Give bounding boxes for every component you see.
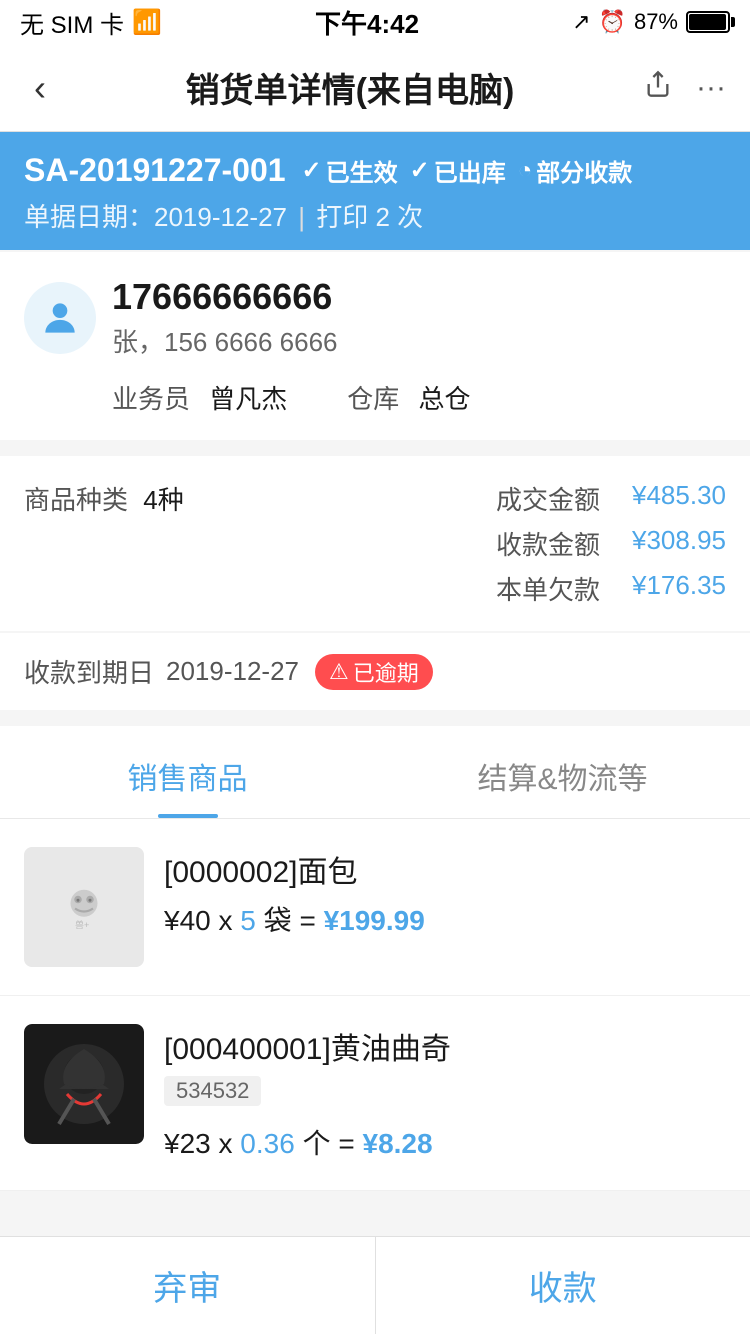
status-right: ↗ ⏰ 87% [572, 9, 730, 35]
badge-effective: 已生效 [302, 153, 398, 188]
share-icon[interactable] [644, 70, 672, 106]
reject-button[interactable]: 弃审 [0, 1237, 376, 1334]
product-thumbnail-2 [24, 1024, 144, 1144]
tab-settlement[interactable]: 结算&物流等 [375, 726, 750, 818]
svg-text:兽+: 兽+ [75, 919, 89, 930]
battery-percent: 87% [634, 9, 678, 35]
product-thumbnail-1: 兽+ [24, 847, 144, 967]
product-name-1: [0000002]面包 [164, 847, 726, 891]
location-icon: ↗ [572, 9, 590, 35]
warehouse-field: 仓库 总仓 [347, 379, 470, 416]
nav-actions: ··· [644, 70, 726, 106]
order-badges: 已生效 已出库 部分收款 [302, 153, 633, 188]
badge-partial: 部分收款 [518, 153, 633, 188]
wifi-icon: 📶 [132, 8, 162, 37]
overdue-badge: ⚠ 已逾期 [315, 654, 433, 690]
customer-meta: 业务员 曾凡杰 仓库 总仓 [24, 379, 726, 416]
status-time: 下午4:42 [315, 4, 419, 41]
customer-phone: 17666666666 [112, 276, 338, 318]
badge-shipped: 已出库 [410, 153, 506, 188]
amounts: 成交金额 ¥485.30 收款金额 ¥308.95 本单欠款 ¥176.35 [496, 480, 726, 607]
product-price-2: ¥23 x 0.36 个 = ¥8.28 [164, 1122, 726, 1162]
more-icon[interactable]: ··· [696, 71, 726, 105]
customer-name: 张，156 6666 6666 [112, 322, 338, 359]
back-button[interactable]: ‹ [24, 57, 56, 119]
due-date: 2019-12-27 [166, 656, 299, 687]
due-section: 收款到期日 2019-12-27 ⚠ 已逾期 [0, 633, 750, 710]
avatar [24, 282, 96, 354]
overdue-dot: ⚠ [329, 659, 349, 685]
product-count: 商品种类 4种 [24, 480, 184, 517]
customer-section: 17666666666 张，156 6666 6666 业务员 曾凡杰 仓库 总… [0, 252, 750, 440]
tab-bar: 销售商品 结算&物流等 [0, 726, 750, 819]
due-label: 收款到期日 [24, 653, 154, 690]
owed-amount-row: 本单欠款 ¥176.35 [496, 570, 726, 607]
product-name-2: [000400001]黄油曲奇 [164, 1024, 726, 1068]
tab-sales-goods[interactable]: 销售商品 [0, 726, 375, 818]
list-item: 兽+ [0000002]面包 ¥40 x 5 袋 = ¥199.99 [0, 819, 750, 996]
status-bar: 无 SIM 卡 📶 下午4:42 ↗ ⏰ 87% [0, 0, 750, 44]
order-id: SA-20191227-001 [24, 152, 286, 189]
products-section: 兽+ [0000002]面包 ¥40 x 5 袋 = ¥199.99 [0, 819, 750, 1191]
order-header: SA-20191227-001 已生效 已出库 部分收款 单据日期：2019-1… [0, 132, 750, 250]
product-details-2: [000400001]黄油曲奇 534532 ¥23 x 0.36 个 = ¥8… [164, 1024, 726, 1162]
nav-bar: ‹ 销货单详情(来自电脑) ··· [0, 44, 750, 132]
alarm-icon: ⏰ [599, 9, 626, 35]
salesman-field: 业务员 曾凡杰 [112, 379, 287, 416]
product-price-1: ¥40 x 5 袋 = ¥199.99 [164, 899, 726, 939]
order-date: 单据日期：2019-12-27 | 打印 2 次 [24, 197, 726, 234]
deal-amount-row: 成交金额 ¥485.30 [496, 480, 726, 517]
received-amount-row: 收款金额 ¥308.95 [496, 525, 726, 562]
status-carrier: 无 SIM 卡 📶 [20, 5, 162, 40]
product-sku-2: 534532 [164, 1076, 261, 1106]
battery-icon [686, 11, 730, 33]
overdue-label: 已逾期 [353, 656, 419, 688]
summary-section: 商品种类 4种 成交金额 ¥485.30 收款金额 ¥308.95 本单欠款 ¥… [0, 456, 750, 631]
bottom-bar: 弃审 收款 [0, 1236, 750, 1334]
page-title: 销货单详情(来自电脑) [56, 63, 644, 112]
list-item: [000400001]黄油曲奇 534532 ¥23 x 0.36 个 = ¥8… [0, 996, 750, 1191]
collect-button[interactable]: 收款 [376, 1237, 750, 1334]
product-details-1: [0000002]面包 ¥40 x 5 袋 = ¥199.99 [164, 847, 726, 939]
